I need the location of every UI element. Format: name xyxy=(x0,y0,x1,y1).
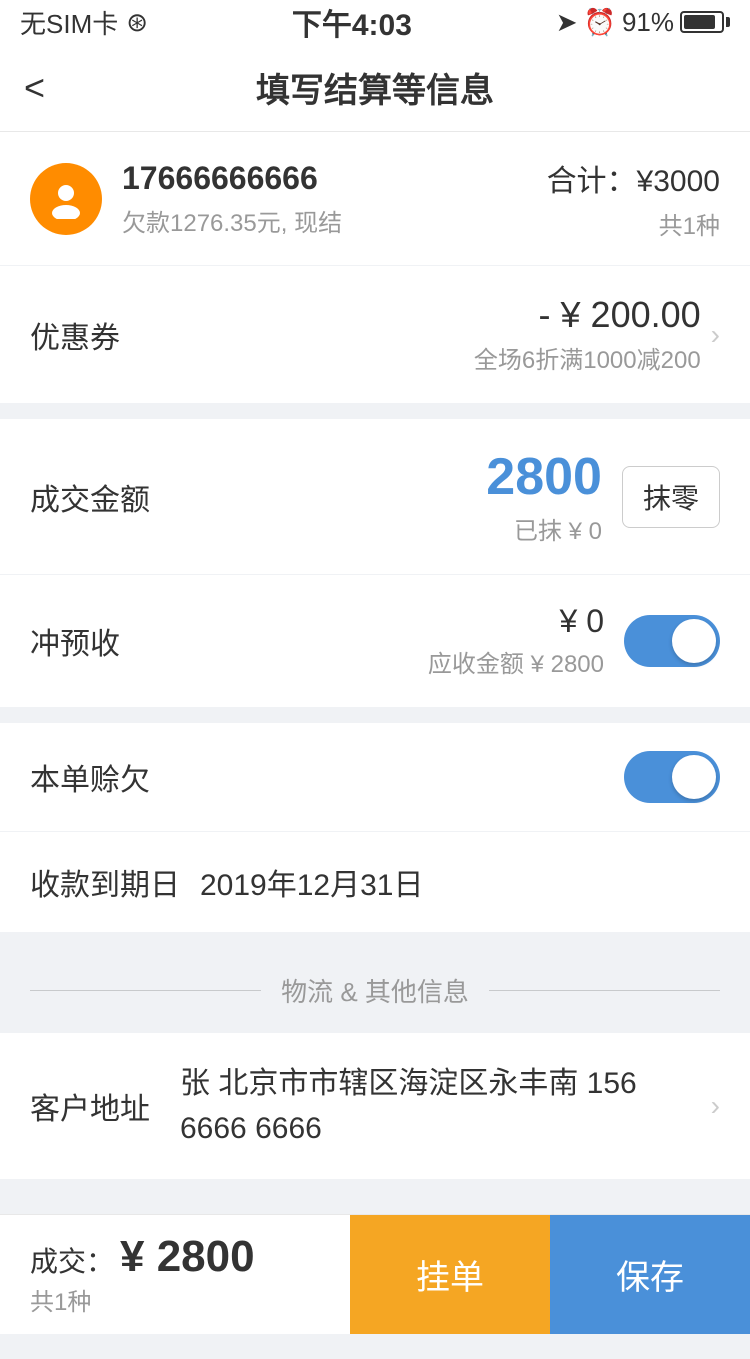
transaction-label: 成交金额 xyxy=(30,475,150,519)
prepaid-toggle[interactable] xyxy=(624,615,720,667)
divider-3 xyxy=(0,932,750,948)
deal-label: 成交： xyxy=(30,1240,114,1280)
customer-card: 17666666666 欠款1276.35元, 现结 合计：¥3000 共1种 xyxy=(0,132,750,265)
customer-phone: 17666666666 xyxy=(122,160,342,197)
total-amount: 合计：¥3000 xyxy=(547,156,720,200)
bottom-info: 成交： ¥ 2800 共1种 xyxy=(0,1215,350,1334)
address-chevron-icon: › xyxy=(711,1090,720,1122)
coupon-desc: 全场6折满1000减200 xyxy=(474,340,701,375)
alarm-icon: ⏰ xyxy=(584,7,616,38)
debt-toggle-knob xyxy=(672,755,716,799)
due-date-label: 收款到期日 xyxy=(30,860,180,904)
battery-percent: 91% xyxy=(622,7,674,38)
prepaid-right: ¥ 0 应收金额 ¥ 2800 xyxy=(428,603,720,679)
prepaid-receivable: 应收金额 ¥ 2800 xyxy=(428,644,604,679)
page-title: 填写结算等信息 xyxy=(256,63,494,112)
transaction-wiped: 已抹 ¥ 0 xyxy=(486,511,602,546)
nav-bar: < 填写结算等信息 xyxy=(0,44,750,132)
debt-toggle[interactable] xyxy=(624,751,720,803)
bottom-bar: 成交： ¥ 2800 共1种 挂单 保存 xyxy=(0,1214,750,1334)
avatar xyxy=(30,163,102,235)
status-bar: 无SIM卡 ⊛ 下午4:03 ➤ ⏰ 91% xyxy=(0,0,750,44)
card-right: 合计：¥3000 共1种 xyxy=(547,156,720,241)
round-zero-button[interactable]: 抹零 xyxy=(622,466,720,528)
transaction-right: 2800 已抹 ¥ 0 抹零 xyxy=(486,447,720,546)
save-button[interactable]: 保存 xyxy=(550,1215,750,1334)
pending-button[interactable]: 挂单 xyxy=(350,1215,550,1334)
debt-row: 本单赊欠 xyxy=(0,723,750,831)
customer-info: 17666666666 欠款1276.35元, 现结 xyxy=(122,160,342,238)
divider-2 xyxy=(0,707,750,723)
customer-debt: 欠款1276.35元, 现结 xyxy=(122,203,342,238)
status-left: 无SIM卡 ⊛ xyxy=(20,4,148,41)
logistics-label: 物流 & 其他信息 xyxy=(281,972,469,1009)
wifi-icon: ⊛ xyxy=(126,7,148,38)
toggle-knob xyxy=(672,619,716,663)
status-right: ➤ ⏰ 91% xyxy=(556,7,730,38)
location-icon: ➤ xyxy=(556,7,578,38)
back-button[interactable]: < xyxy=(24,67,45,109)
transaction-value-col: 2800 已抹 ¥ 0 xyxy=(486,447,602,546)
coupon-right: - ¥ 200.00 全场6折满1000减200 xyxy=(474,294,701,375)
coupon-row[interactable]: 优惠券 - ¥ 200.00 全场6折满1000减200 › xyxy=(0,266,750,403)
coupon-label: 优惠券 xyxy=(30,313,120,357)
coupon-chevron-icon: › xyxy=(711,319,720,351)
battery-icon xyxy=(680,11,730,33)
due-date-row: 收款到期日 2019年12月31日 xyxy=(0,832,750,932)
prepaid-row: 冲预收 ¥ 0 应收金额 ¥ 2800 xyxy=(0,575,750,707)
total-count: 共1种 xyxy=(547,206,720,241)
card-left: 17666666666 欠款1276.35元, 现结 xyxy=(30,160,342,238)
logistics-section-header: 物流 & 其他信息 xyxy=(0,948,750,1033)
due-date-value: 2019年12月31日 xyxy=(200,860,423,904)
section-line-right xyxy=(489,990,720,991)
prepaid-amount: ¥ 0 xyxy=(428,603,604,640)
status-time: 下午4:03 xyxy=(292,0,412,44)
address-value: 张 北京市市辖区海淀区永丰南 156 6666 6666 xyxy=(180,1061,701,1151)
section-line-left xyxy=(30,990,261,991)
coupon-discount: - ¥ 200.00 xyxy=(539,294,701,336)
transaction-amount: 2800 xyxy=(486,447,602,507)
address-row[interactable]: 客户地址 张 北京市市辖区海淀区永丰南 156 6666 6666 › xyxy=(0,1033,750,1179)
deal-amount: ¥ 2800 xyxy=(120,1232,255,1282)
address-label: 客户地址 xyxy=(30,1084,150,1128)
transaction-row: 成交金额 2800 已抹 ¥ 0 抹零 xyxy=(0,419,750,574)
divider-1 xyxy=(0,403,750,419)
prepaid-value-col: ¥ 0 应收金额 ¥ 2800 xyxy=(428,603,604,679)
carrier-text: 无SIM卡 xyxy=(20,4,118,41)
deal-count: 共1种 xyxy=(30,1282,320,1317)
debt-label: 本单赊欠 xyxy=(30,755,150,799)
prepaid-label: 冲预收 xyxy=(30,619,120,663)
